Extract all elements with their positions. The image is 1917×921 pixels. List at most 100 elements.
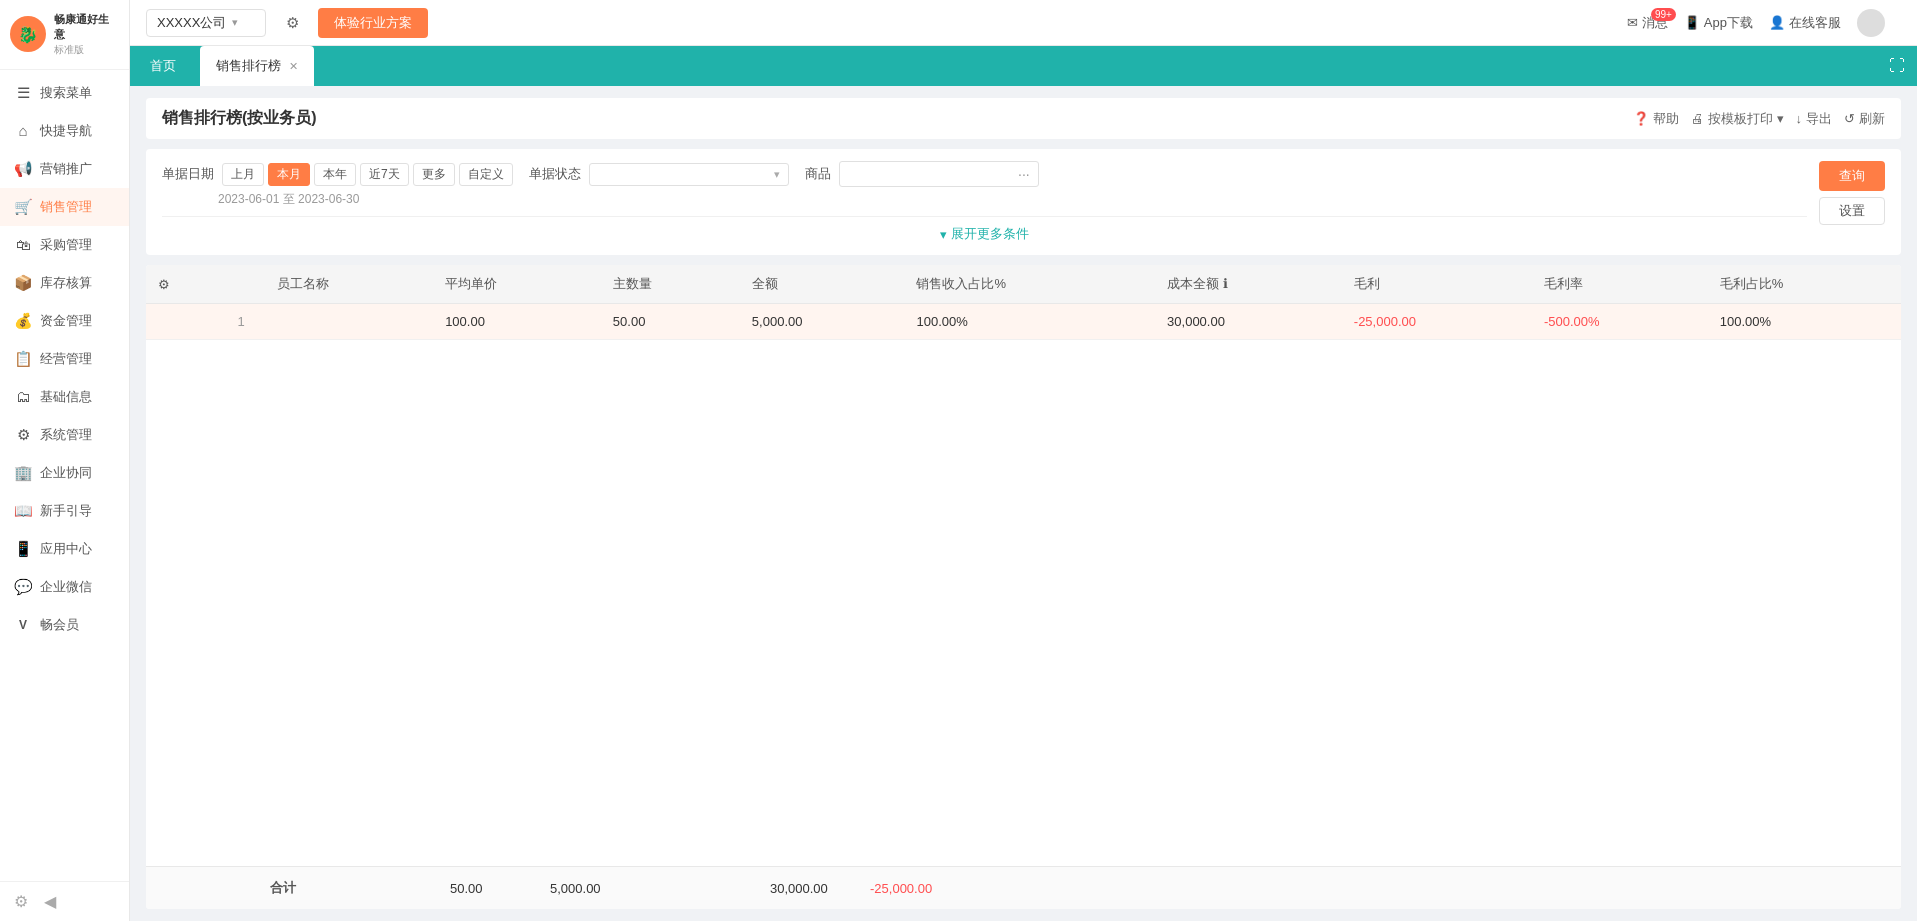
print-icon: 🖨	[1691, 111, 1704, 126]
expand-label: 展开更多条件	[951, 225, 1029, 243]
td-profit-rate: -500.00%	[1532, 304, 1708, 340]
topbar-settings-button[interactable]: ⚙	[278, 9, 306, 37]
td-amount: 5,000.00	[740, 304, 905, 340]
filter-area: 单据日期 上月 本月 本年 近7天 更多 自定义	[146, 149, 1901, 255]
collapse-icon[interactable]: ◀	[44, 892, 56, 911]
more-button[interactable]: 更多	[413, 163, 455, 186]
data-table: ⚙ 员工名称 平均单价 主数量	[146, 265, 1901, 340]
expand-more-button[interactable]: ▾ 展开更多条件	[940, 225, 1029, 243]
help-icon: ❓	[1633, 111, 1649, 126]
td-avg-price: 100.00	[433, 304, 601, 340]
filter-row-1: 单据日期 上月 本月 本年 近7天 更多 自定义	[162, 161, 1807, 187]
refresh-button[interactable]: ↺ 刷新	[1844, 110, 1885, 128]
sidebar-item-marketing[interactable]: 📢 营销推广	[0, 150, 129, 188]
logo-icon: 🐉	[10, 16, 46, 52]
tab-right-actions: ⛶	[1889, 57, 1917, 75]
app-download-label: App下载	[1704, 14, 1753, 32]
guide-icon: 📖	[14, 502, 32, 520]
message-button[interactable]: ✉ 消息 99+	[1627, 14, 1668, 32]
corp-icon: 🏢	[14, 464, 32, 482]
refresh-icon: ↺	[1844, 111, 1855, 126]
filter-and-query: 单据日期 上月 本月 本年 近7天 更多 自定义	[162, 161, 1885, 243]
sidebar-item-guide[interactable]: 📖 新手引导	[0, 492, 129, 530]
export-button[interactable]: ↓ 导出	[1796, 110, 1833, 128]
date-filter: 单据日期 上月 本月 本年 近7天 更多 自定义	[162, 163, 513, 186]
sidebar-item-inventory[interactable]: 📦 库存核算	[0, 264, 129, 302]
try-industry-button[interactable]: 体验行业方案	[318, 8, 428, 38]
filter-setting-button[interactable]: 设置	[1819, 197, 1885, 225]
logo-subtitle: 标准版	[54, 43, 119, 57]
column-settings-icon[interactable]: ⚙	[158, 277, 170, 292]
app-download-icon: 📱	[1684, 15, 1700, 30]
print-button[interactable]: 🖨 按模板打印 ▾	[1691, 110, 1784, 128]
purchase-icon: 🛍	[14, 236, 32, 253]
tab-home[interactable]: 首页	[130, 46, 196, 86]
th-avg-price: 平均单价	[433, 265, 601, 304]
sidebar-item-label: 搜索菜单	[40, 84, 92, 102]
sidebar-item-member[interactable]: V 畅会员	[0, 606, 129, 644]
sidebar: 🐉 畅康通好生意 标准版 ☰ 搜索菜单 ⌂ 快捷导航 📢 营销推广 🛒 销售管理…	[0, 0, 130, 921]
prev-month-button[interactable]: 上月	[222, 163, 264, 186]
sidebar-item-quick-nav[interactable]: ⌂ 快捷导航	[0, 112, 129, 150]
goods-more-icon[interactable]: ···	[1018, 166, 1030, 182]
help-button[interactable]: ❓ 帮助	[1633, 110, 1679, 128]
sidebar-item-operations[interactable]: 📋 经营管理	[0, 340, 129, 378]
help-label: 帮助	[1653, 110, 1679, 128]
td-cost: 30,000.00	[1155, 304, 1342, 340]
tab-label: 销售排行榜	[216, 57, 281, 75]
footer-cost: 30,000.00	[758, 877, 858, 900]
tab-close-icon[interactable]: ✕	[289, 60, 298, 73]
sidebar-item-finance[interactable]: 💰 资金管理	[0, 302, 129, 340]
table-row: 1 100.00 50.00	[146, 304, 1901, 340]
table-body: 1 100.00 50.00	[146, 304, 1901, 340]
sidebar-item-search[interactable]: ☰ 搜索菜单	[0, 74, 129, 112]
date-label: 单据日期	[162, 165, 214, 183]
sidebar-item-wechat[interactable]: 💬 企业微信	[0, 568, 129, 606]
sidebar-item-basic-info[interactable]: 🗂 基础信息	[0, 378, 129, 416]
app-download-button[interactable]: 📱 App下载	[1684, 14, 1753, 32]
status-select[interactable]: ▾	[589, 163, 789, 186]
custom-button[interactable]: 自定义	[459, 163, 513, 186]
td-name	[265, 304, 433, 340]
tab-sales-ranking[interactable]: 销售排行榜 ✕	[200, 46, 314, 86]
topbar-right: ✉ 消息 99+ 📱 App下载 👤 在线客服	[1627, 9, 1901, 37]
footer-label	[158, 884, 258, 892]
goods-input[interactable]: ···	[839, 161, 1039, 187]
sidebar-item-label: 新手引导	[40, 502, 92, 520]
query-button[interactable]: 查询	[1819, 161, 1885, 191]
company-name: XXXXX公司	[157, 14, 226, 32]
online-service-label: 在线客服	[1789, 14, 1841, 32]
marketing-icon: 📢	[14, 160, 32, 178]
footer-total-label: 合计	[258, 875, 438, 901]
content-area: 销售排行榜(按业务员) ❓ 帮助 🖨 按模板打印 ▾ ↓ 导出	[130, 86, 1917, 921]
sidebar-item-label: 资金管理	[40, 312, 92, 330]
last-7-days-button[interactable]: 近7天	[360, 163, 409, 186]
sidebar-item-system[interactable]: ⚙ 系统管理	[0, 416, 129, 454]
sidebar-item-label: 企业微信	[40, 578, 92, 596]
tab-maximize-button[interactable]: ⛶	[1889, 57, 1905, 75]
status-filter: 单据状态 ▾	[529, 163, 789, 186]
company-select[interactable]: XXXXX公司 ▾	[146, 9, 266, 37]
table-wrapper: ⚙ 员工名称 平均单价 主数量	[146, 265, 1901, 866]
filter-content: 单据日期 上月 本月 本年 近7天 更多 自定义	[162, 161, 1807, 243]
sidebar-item-label: 经营管理	[40, 350, 92, 368]
home-icon: ⌂	[14, 122, 32, 139]
online-service-button[interactable]: 👤 在线客服	[1769, 14, 1841, 32]
sidebar-item-purchase[interactable]: 🛍 采购管理	[0, 226, 129, 264]
td-settings	[146, 304, 225, 340]
user-avatar[interactable]	[1857, 9, 1885, 37]
sidebar-item-corp-collab[interactable]: 🏢 企业协同	[0, 454, 129, 492]
home-tab-label: 首页	[150, 57, 176, 75]
th-quantity: 主数量	[601, 265, 740, 304]
page-title: 销售排行榜(按业务员)	[162, 108, 317, 129]
th-amount: 全额	[740, 265, 905, 304]
th-name: 员工名称	[265, 265, 433, 304]
query-section: 查询 设置	[1819, 161, 1885, 225]
company-arrow: ▾	[232, 16, 238, 29]
sidebar-item-app-center[interactable]: 📱 应用中心	[0, 530, 129, 568]
sidebar-item-sales[interactable]: 🛒 销售管理	[0, 188, 129, 226]
sidebar-nav: ☰ 搜索菜单 ⌂ 快捷导航 📢 营销推广 🛒 销售管理 🛍 采购管理 📦 库存核…	[0, 70, 129, 881]
settings-icon[interactable]: ⚙	[14, 892, 28, 911]
this-year-button[interactable]: 本年	[314, 163, 356, 186]
this-month-button[interactable]: 本月	[268, 163, 310, 186]
